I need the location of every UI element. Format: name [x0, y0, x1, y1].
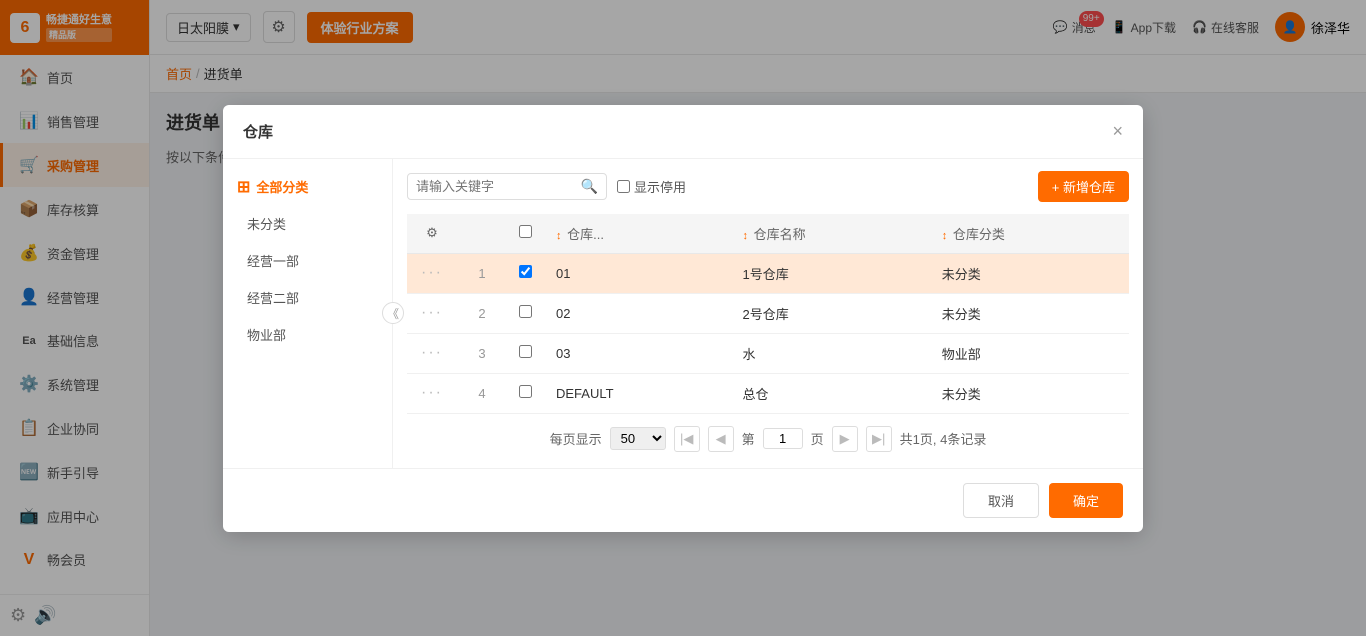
page-first-button[interactable]: |◀: [674, 426, 700, 452]
table-row[interactable]: ··· 4 DEFAULT 总仓 未分类: [407, 373, 1129, 413]
warehouse-modal: 仓库 × ⊞ 全部分类 未分类 经营一部 经营二部 物业部 《: [223, 105, 1143, 532]
table-row[interactable]: ··· 1 01 1号仓库 未分类: [407, 253, 1129, 293]
row-code: DEFAULT: [544, 373, 730, 413]
modal-header: 仓库 ×: [223, 105, 1143, 159]
row-code: 03: [544, 333, 730, 373]
main-area: 日太阳膜 ▾ ⚙ 体验行业方案 💬 消息 99+ 📱 App下载 🎧 在线客服 …: [150, 0, 1366, 636]
row-checkbox-cell[interactable]: [507, 253, 544, 293]
col-header-category[interactable]: ↕ 仓库分类: [930, 214, 1129, 254]
warehouse-table: ⚙ ↕ 仓库...: [407, 214, 1129, 414]
modal-overlay: 仓库 × ⊞ 全部分类 未分类 经营一部 经营二部 物业部 《: [0, 0, 1366, 636]
row-name: 水: [730, 333, 929, 373]
search-icon[interactable]: 🔍: [581, 178, 598, 195]
page-next-button[interactable]: ▶: [832, 426, 858, 452]
row-checkbox-cell[interactable]: [507, 333, 544, 373]
page-unit-label: 页: [811, 429, 824, 448]
table-scroll: ⚙ ↕ 仓库...: [407, 214, 1129, 414]
row-category: 未分类: [930, 373, 1129, 413]
show-disabled-checkbox[interactable]: 显示停用: [617, 177, 686, 196]
row-index: 4: [457, 373, 507, 413]
select-all-checkbox[interactable]: [519, 225, 532, 238]
row-category: 未分类: [930, 253, 1129, 293]
per-page-label: 每页显示: [550, 429, 602, 448]
confirm-button[interactable]: 确定: [1049, 483, 1123, 518]
row-checkbox[interactable]: [519, 265, 532, 278]
row-code: 02: [544, 293, 730, 333]
page-prev-button[interactable]: ◀: [708, 426, 734, 452]
row-name: 2号仓库: [730, 293, 929, 333]
grid-icon: ⊞: [237, 177, 250, 197]
collapse-panel-button[interactable]: 《: [382, 302, 404, 324]
modal-close-button[interactable]: ×: [1112, 122, 1123, 140]
row-index: 1: [457, 253, 507, 293]
row-category: 未分类: [930, 293, 1129, 333]
gear-icon: ⚙: [426, 225, 438, 240]
sort-icon: ↕: [556, 230, 562, 242]
search-input[interactable]: [416, 179, 577, 194]
category-item-dept1[interactable]: 经营一部: [223, 242, 392, 279]
row-dots-icon[interactable]: ···: [421, 384, 443, 401]
new-warehouse-button[interactable]: + 新增仓库: [1038, 171, 1129, 202]
col-header-gear: ⚙: [407, 214, 457, 254]
col-header-index: [457, 214, 507, 254]
row-index: 3: [457, 333, 507, 373]
row-dots-icon[interactable]: ···: [421, 304, 443, 321]
row-actions[interactable]: ···: [407, 373, 457, 413]
per-page-select[interactable]: 50 100 200: [610, 427, 666, 450]
category-panel: ⊞ 全部分类 未分类 经营一部 经营二部 物业部 《: [223, 159, 393, 468]
row-dots-icon[interactable]: ···: [421, 344, 443, 361]
show-disabled-check[interactable]: [617, 180, 630, 193]
total-info: 共1页, 4条记录: [900, 429, 987, 448]
row-name: 总仓: [730, 373, 929, 413]
row-checkbox-cell[interactable]: [507, 373, 544, 413]
row-checkbox-cell[interactable]: [507, 293, 544, 333]
all-category-item[interactable]: ⊞ 全部分类: [223, 169, 392, 205]
row-checkbox[interactable]: [519, 345, 532, 358]
modal-body: ⊞ 全部分类 未分类 经营一部 经营二部 物业部 《 🔍: [223, 159, 1143, 468]
page-text-label: 第: [742, 429, 755, 448]
pagination-bar: 每页显示 50 100 200 |◀ ◀ 第 页 ▶ ▶| 共1页,: [407, 414, 1129, 456]
modal-footer: 取消 确定: [223, 468, 1143, 532]
row-name: 1号仓库: [730, 253, 929, 293]
col-header-check: [507, 214, 544, 254]
table-row[interactable]: ··· 2 02 2号仓库 未分类: [407, 293, 1129, 333]
row-actions[interactable]: ···: [407, 253, 457, 293]
category-item-unclassified[interactable]: 未分类: [223, 205, 392, 242]
row-category: 物业部: [930, 333, 1129, 373]
category-item-property[interactable]: 物业部: [223, 316, 392, 353]
cancel-button[interactable]: 取消: [963, 483, 1039, 518]
sort-icon-cat: ↕: [942, 230, 948, 242]
page-last-button[interactable]: ▶|: [866, 426, 892, 452]
col-header-name[interactable]: ↕ 仓库名称: [730, 214, 929, 254]
row-checkbox[interactable]: [519, 305, 532, 318]
table-row[interactable]: ··· 3 03 水 物业部: [407, 333, 1129, 373]
modal-title: 仓库: [243, 121, 273, 142]
category-item-dept2[interactable]: 经营二部: [223, 279, 392, 316]
row-checkbox[interactable]: [519, 385, 532, 398]
col-header-code[interactable]: ↕ 仓库...: [544, 214, 730, 254]
row-actions[interactable]: ···: [407, 333, 457, 373]
row-actions[interactable]: ···: [407, 293, 457, 333]
table-search-bar: 🔍 显示停用 + 新增仓库: [407, 171, 1129, 202]
search-input-wrap[interactable]: 🔍: [407, 173, 607, 200]
page-number-input[interactable]: [763, 428, 803, 449]
table-panel: 🔍 显示停用 + 新增仓库: [393, 159, 1143, 468]
row-dots-icon[interactable]: ···: [421, 264, 443, 281]
row-code: 01: [544, 253, 730, 293]
row-index: 2: [457, 293, 507, 333]
sort-icon-name: ↕: [742, 230, 748, 242]
